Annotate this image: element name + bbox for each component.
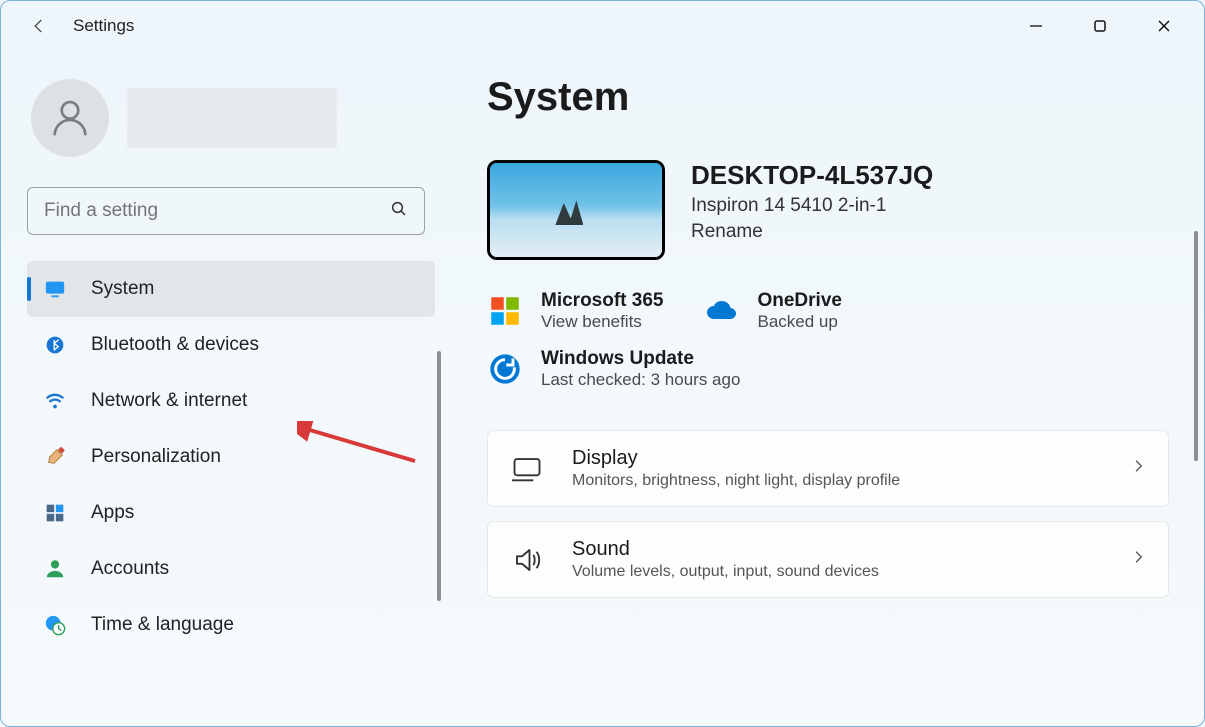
sidebar-item-label: Apps: [91, 502, 134, 524]
account-header[interactable]: [27, 79, 435, 157]
update-icon: [487, 351, 523, 387]
tile-title: Microsoft 365: [541, 290, 663, 312]
sidebar: System Bluetooth & devices Network & int…: [1, 51, 449, 726]
main-content: System DESKTOP-4L537JQ Inspiron 14 5410 …: [449, 51, 1204, 726]
tile-microsoft365[interactable]: Microsoft 365 View benefits: [487, 290, 663, 332]
avatar: [31, 79, 109, 157]
sound-icon: [510, 543, 544, 577]
wallpaper-thumbnail[interactable]: [487, 160, 665, 260]
tile-title: OneDrive: [757, 290, 841, 312]
sidebar-item-bluetooth[interactable]: Bluetooth & devices: [27, 317, 435, 373]
nav-list: System Bluetooth & devices Network & int…: [27, 261, 435, 653]
close-button[interactable]: [1148, 10, 1180, 42]
sidebar-item-apps[interactable]: Apps: [27, 485, 435, 541]
card-sound[interactable]: Sound Volume levels, output, input, soun…: [487, 521, 1169, 598]
device-model: Inspiron 14 5410 2-in-1: [691, 195, 933, 217]
window-controls: [1020, 10, 1192, 42]
chevron-right-icon: [1130, 549, 1146, 570]
search-input[interactable]: [44, 200, 390, 222]
tile-title: Windows Update: [541, 348, 740, 370]
rename-link[interactable]: Rename: [691, 221, 933, 243]
card-title: Sound: [572, 538, 879, 561]
tile-sub: Backed up: [757, 312, 841, 332]
sidebar-item-network[interactable]: Network & internet: [27, 373, 435, 429]
brush-icon: [43, 445, 67, 469]
sidebar-item-system[interactable]: System: [27, 261, 435, 317]
apps-icon: [43, 501, 67, 525]
bluetooth-icon: [43, 333, 67, 357]
sidebar-item-accounts[interactable]: Accounts: [27, 541, 435, 597]
sidebar-item-label: System: [91, 278, 154, 300]
main-scrollbar[interactable]: [1194, 231, 1198, 461]
card-sub: Volume levels, output, input, sound devi…: [572, 563, 879, 581]
microsoft-logo-icon: [487, 293, 523, 329]
sidebar-item-time-language[interactable]: Time & language: [27, 597, 435, 653]
tile-windows-update[interactable]: Windows Update Last checked: 3 hours ago: [487, 348, 1168, 390]
sidebar-item-label: Bluetooth & devices: [91, 334, 259, 356]
search-box[interactable]: [27, 187, 425, 235]
sidebar-scrollbar[interactable]: [437, 351, 441, 601]
account-name-redacted: [127, 88, 337, 148]
monitor-icon: [43, 277, 67, 301]
card-sub: Monitors, brightness, night light, displ…: [572, 472, 900, 490]
wifi-icon: [43, 389, 67, 413]
globe-clock-icon: [43, 613, 67, 637]
tile-onedrive[interactable]: OneDrive Backed up: [703, 290, 841, 332]
titlebar: Settings: [1, 1, 1204, 51]
card-display[interactable]: Display Monitors, brightness, night ligh…: [487, 430, 1169, 507]
device-summary: DESKTOP-4L537JQ Inspiron 14 5410 2-in-1 …: [487, 160, 1168, 260]
back-button[interactable]: [23, 10, 55, 42]
cloud-icon: [703, 293, 739, 329]
sidebar-item-label: Time & language: [91, 614, 234, 636]
app-title: Settings: [73, 16, 134, 36]
minimize-button[interactable]: [1020, 10, 1052, 42]
person-icon: [43, 557, 67, 581]
display-icon: [510, 452, 544, 486]
page-title: System: [487, 75, 1168, 120]
sidebar-item-label: Network & internet: [91, 390, 247, 412]
tile-sub: Last checked: 3 hours ago: [541, 370, 740, 390]
sidebar-item-personalization[interactable]: Personalization: [27, 429, 435, 485]
sidebar-item-label: Accounts: [91, 558, 169, 580]
maximize-button[interactable]: [1084, 10, 1116, 42]
card-title: Display: [572, 447, 900, 470]
device-name: DESKTOP-4L537JQ: [691, 160, 933, 191]
chevron-right-icon: [1130, 458, 1146, 479]
search-icon: [390, 200, 408, 223]
tile-sub: View benefits: [541, 312, 663, 332]
sidebar-item-label: Personalization: [91, 446, 221, 468]
